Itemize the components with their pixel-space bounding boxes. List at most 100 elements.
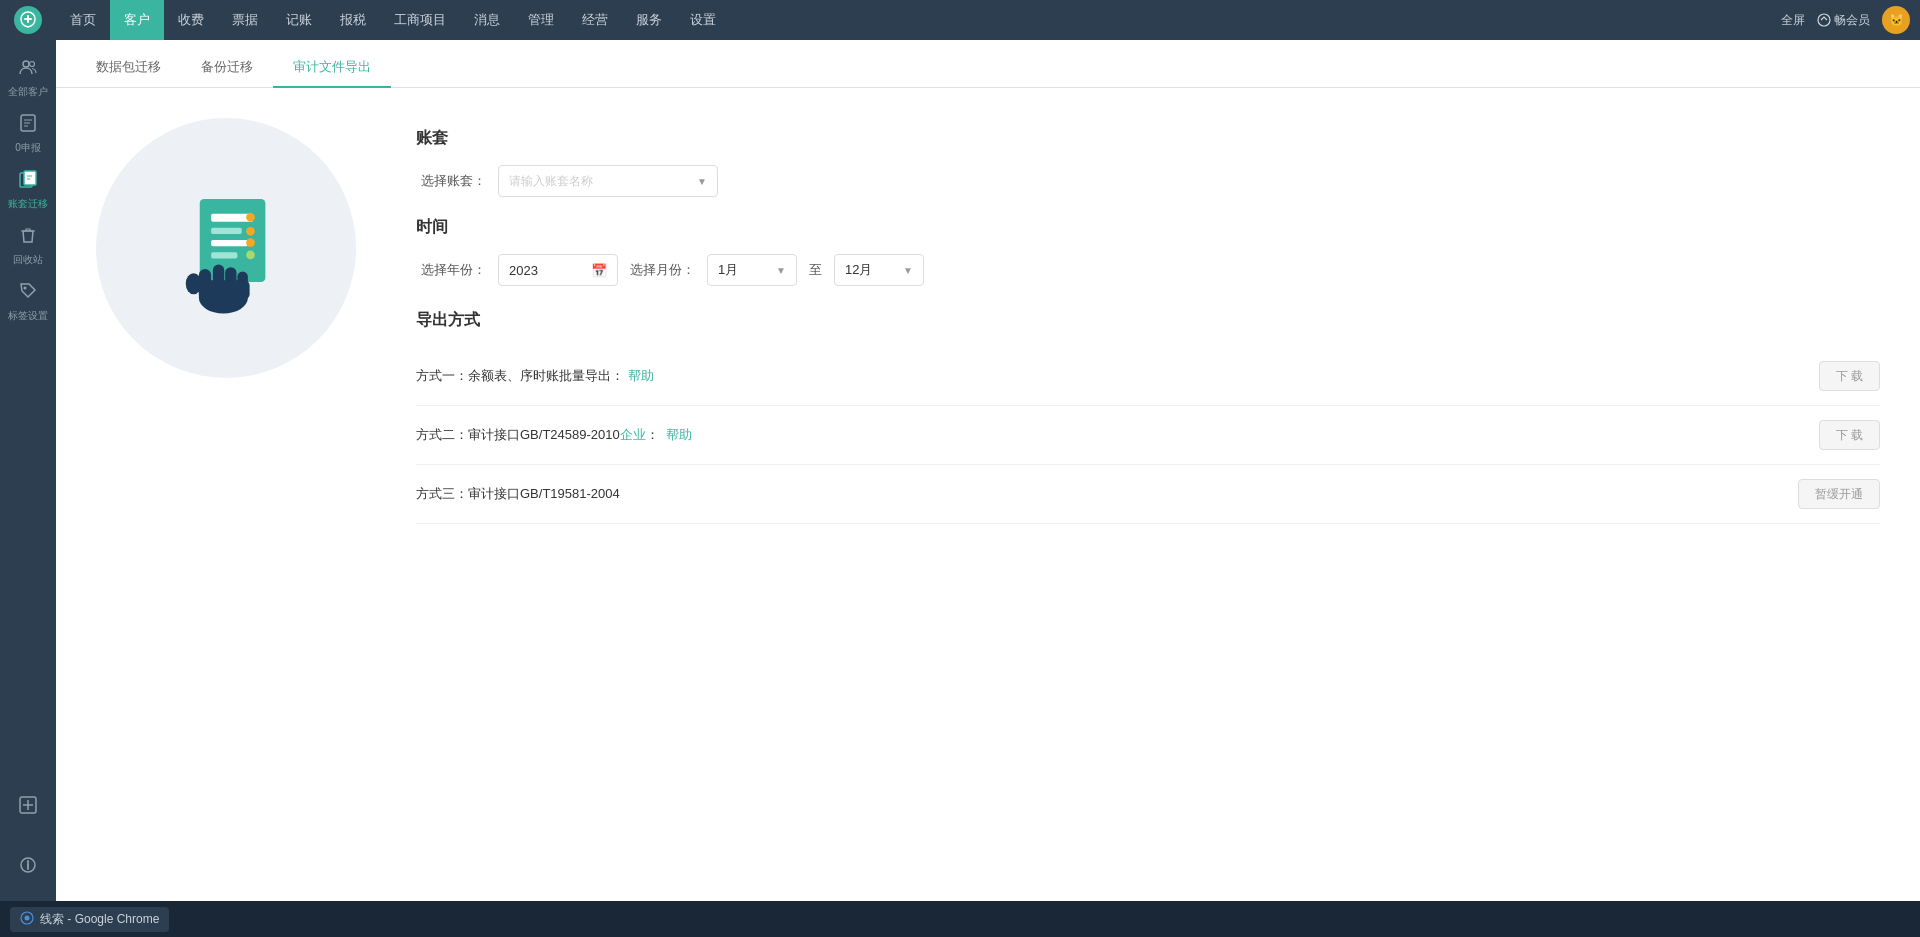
nav-customer[interactable]: 客户 [110,0,164,40]
tab-backup-migrate[interactable]: 备份迁移 [181,48,273,88]
time-row: 选择年份： 2023 📅 选择月份： 1月 ▼ 至 12月 [416,254,1880,286]
fullscreen-btn[interactable]: 全屏 [1781,12,1805,29]
svg-point-0 [1818,14,1830,26]
export-method-2-suffix: ： [646,427,659,442]
sidebar-label-zero-declare: 0申报 [15,141,41,155]
year-value: 2023 [509,263,538,278]
month-start-value: 1月 [718,261,738,279]
export-method-2-row: 方式二：审计接口GB/T24589-2010企业： 帮助 下 载 [416,406,1880,465]
export-method-3-text: 方式三：审计接口GB/T19581-2004 [416,485,620,503]
sidebar-bottom-1[interactable] [0,777,56,833]
month-end-value: 12月 [845,261,872,279]
section-account-title: 账套 [416,128,1880,149]
export-method-1-row: 方式一：余额表、序时账批量导出： 帮助 下 载 [416,347,1880,406]
export-method-2-label: 方式二：审计接口GB/T24589-2010 [416,427,620,442]
month-end-chevron-icon: ▼ [903,265,913,276]
nav-service[interactable]: 服务 [622,0,676,40]
sidebar-item-account-migrate[interactable]: 账套迁移 [0,162,56,218]
svg-rect-5 [24,171,36,185]
sidebar-label-recycle: 回收站 [13,253,43,267]
sidebar-item-tag-settings[interactable]: 标签设置 [0,274,56,330]
svg-point-14 [246,212,255,221]
section-time-title: 时间 [416,217,1880,238]
export-method-3-row: 方式三：审计接口GB/T19581-2004 暂缓开通 [416,465,1880,524]
nav-bookkeeping[interactable]: 记账 [272,0,326,40]
illustration-circle [96,118,356,378]
account-placeholder: 请输入账套名称 [509,173,593,190]
svg-point-16 [246,238,255,247]
nav-tax[interactable]: 报税 [326,0,380,40]
app-logo [10,2,46,38]
calendar-icon: 📅 [591,263,607,278]
export-method-1-label: 方式一：余额表、序时账批量导出： [416,368,624,383]
nav-home[interactable]: 首页 [56,0,110,40]
nav-menu: 首页 客户 收费 票据 记账 报税 工商项目 消息 管理 经营 服务 设置 [56,0,1781,40]
chrome-icon [20,911,34,928]
to-separator: 至 [809,261,822,279]
sidebar: 全部客户 0申报 账套迁移 [0,40,56,901]
export-method-3-soon-btn[interactable]: 暂缓开通 [1798,479,1880,509]
taskbar: 线索 - Google Chrome [0,901,1920,937]
account-label: 选择账套： [416,172,486,190]
nav-business[interactable]: 工商项目 [380,0,460,40]
taskbar-chrome-item[interactable]: 线索 - Google Chrome [10,907,169,932]
svg-point-6 [24,287,27,290]
sidebar-item-all-customers[interactable]: 全部客户 [0,50,56,106]
content-wrapper: 账套 选择账套： 请输入账套名称 ▼ 时间 选择年份： 2023 [96,118,1880,524]
form-area: 账套 选择账套： 请输入账套名称 ▼ 时间 选择年份： 2023 [416,118,1880,524]
export-method-1-help[interactable]: 帮助 [628,368,654,383]
month-label: 选择月份： [630,261,695,279]
nav-settings[interactable]: 设置 [676,0,730,40]
svg-rect-12 [211,240,248,246]
nav-billing[interactable]: 收费 [164,0,218,40]
account-select[interactable]: 请输入账套名称 ▼ [498,165,718,197]
zero-declare-icon [18,113,38,138]
export-method-2-text: 方式二：审计接口GB/T24589-2010企业： 帮助 [416,426,692,444]
sidebar-item-recycle[interactable]: 回收站 [0,218,56,274]
export-method-2-help[interactable]: 帮助 [666,427,692,442]
year-input[interactable]: 2023 📅 [498,254,618,286]
export-method-2-company: 企业 [620,427,646,442]
svg-rect-23 [199,280,250,299]
account-migrate-icon [18,169,38,194]
nav-operation[interactable]: 经营 [568,0,622,40]
illustration-area [96,118,356,378]
export-method-1-text: 方式一：余额表、序时账批量导出： 帮助 [416,367,654,385]
export-method-2-download-btn[interactable]: 下 载 [1819,420,1880,450]
tab-audit-export[interactable]: 审计文件导出 [273,48,391,88]
svg-point-24 [186,273,202,294]
svg-rect-11 [211,227,242,233]
all-customers-icon [18,57,38,82]
svg-rect-13 [211,252,237,258]
tab-data-migrate[interactable]: 数据包迁移 [76,48,181,88]
month-start-select[interactable]: 1月 ▼ [707,254,797,286]
top-nav: 首页 客户 收费 票据 记账 报税 工商项目 消息 管理 经营 服务 设置 全屏… [0,0,1920,40]
sidebar-item-zero-declare[interactable]: 0申报 [0,106,56,162]
nav-message[interactable]: 消息 [460,0,514,40]
sidebar-label-all-customers: 全部客户 [8,85,48,99]
svg-point-26 [25,915,30,920]
nav-invoice[interactable]: 票据 [218,0,272,40]
sidebar-label-account-migrate: 账套迁移 [8,197,48,211]
section-export-title: 导出方式 [416,310,1880,331]
sidebar-label-tag-settings: 标签设置 [8,309,48,323]
export-method-1-download-btn[interactable]: 下 载 [1819,361,1880,391]
month-start-chevron-icon: ▼ [776,265,786,276]
doc-illustration-icon [156,177,296,320]
export-section: 导出方式 方式一：余额表、序时账批量导出： 帮助 下 载 方式二：审计接口GB/T… [416,310,1880,524]
main-layout: 全部客户 0申报 账套迁移 [0,40,1920,901]
page-content: 账套 选择账套： 请输入账套名称 ▼ 时间 选择年份： 2023 [56,88,1920,901]
export-method-3-label: 方式三：审计接口GB/T19581-2004 [416,486,620,501]
month-end-select[interactable]: 12月 ▼ [834,254,924,286]
user-avatar[interactable]: 🐱 [1882,6,1910,34]
nav-manage[interactable]: 管理 [514,0,568,40]
svg-point-2 [30,62,35,67]
member-btn[interactable]: 畅会员 [1817,12,1870,29]
sidebar-bottom-2[interactable] [0,837,56,893]
content-area: 数据包迁移 备份迁移 审计文件导出 [56,40,1920,901]
year-label: 选择年份： [416,261,486,279]
tab-bar: 数据包迁移 备份迁移 审计文件导出 [56,40,1920,88]
top-nav-right: 全屏 畅会员 🐱 [1781,6,1910,34]
svg-point-15 [246,226,255,235]
logo-icon [14,6,42,34]
